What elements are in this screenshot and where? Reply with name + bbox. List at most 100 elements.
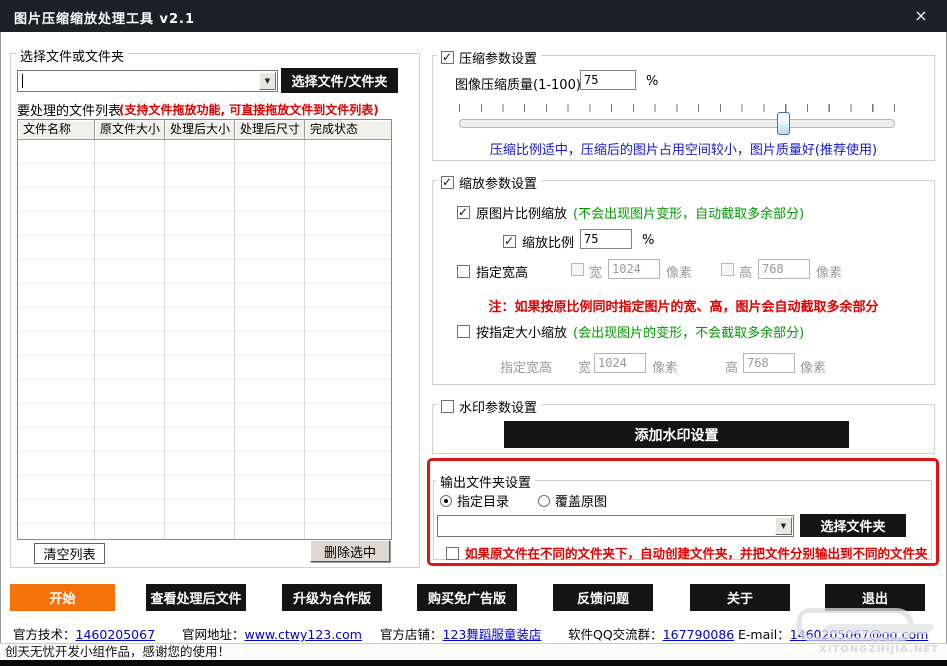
scale-group-header: 缩放参数设置 <box>437 173 541 192</box>
auto-folder-checkbox[interactable] <box>446 547 459 560</box>
output-dir-radio-label: 指定目录 <box>457 491 509 510</box>
email-link[interactable]: 1460205067@qq.com <box>790 627 929 642</box>
scale-ratio-label: 缩放比例 <box>522 232 574 251</box>
view-processed-button[interactable]: 查看处理后文件 <box>146 584 246 611</box>
compress-enable-checkbox[interactable] <box>441 51 454 64</box>
grid-line <box>164 140 165 539</box>
clear-list-button[interactable]: 清空列表 <box>34 543 105 564</box>
auto-folder-row: 如果原文件在不同的文件夹下，自动创建文件夹，并把文件分别输出到不同的文件夹 <box>446 543 928 562</box>
link-label: 官网地址： <box>182 627 245 642</box>
scale-ratio-input[interactable] <box>580 229 632 249</box>
custom-height-input <box>758 259 810 279</box>
column-header-filename[interactable]: 文件名称 <box>18 120 95 140</box>
compress-group-header: 压缩参数设置 <box>437 48 541 67</box>
window-title: 图片压缩缩放处理工具 v2.1 <box>14 8 195 27</box>
column-header-status[interactable]: 完成状态 <box>305 120 391 140</box>
select-folder-button[interactable]: 选择文件夹 <box>800 514 906 537</box>
file-list-header: 文件名称 原文件大小 处理后大小 处理后尺寸 完成状态 <box>18 120 391 140</box>
custom-height-checkbox <box>721 263 734 276</box>
keep-ratio-row: 原图片比例缩放 (不会出现图片变形，自动截取多余部分) <box>457 203 804 222</box>
watermark-group-title: 水印参数设置 <box>459 397 537 416</box>
about-button[interactable]: 关于 <box>690 584 790 611</box>
shop-link[interactable]: 123舞蹈服童装店 <box>443 627 542 642</box>
exit-button[interactable]: 退出 <box>825 584 925 611</box>
close-icon[interactable]: × <box>911 6 931 26</box>
keep-ratio-hint: (不会出现图片变形，自动截取多余部分) <box>573 203 804 222</box>
scale-ratio-row: 缩放比例 <box>503 232 574 251</box>
fixed-size-checkbox[interactable] <box>457 325 470 338</box>
qq-group-link[interactable]: 167790086 <box>663 627 735 642</box>
website-link-item: 官网地址：www.ctwy123.com <box>182 624 362 643</box>
slider-tick-marks <box>459 104 895 112</box>
qq-group-link-item: 软件QQ交流群：167790086 <box>568 624 734 643</box>
title-bar: 图片压缩缩放处理工具 v2.1 × <box>0 0 947 32</box>
start-button[interactable]: 开始 <box>10 584 115 611</box>
compress-group-title: 压缩参数设置 <box>459 48 537 67</box>
watermark-enable-checkbox[interactable] <box>441 400 454 413</box>
fixed-size-label: 按指定大小缩放 <box>476 322 567 341</box>
grid-line <box>304 140 305 539</box>
bottom-black-strip <box>0 660 947 666</box>
custom-width-input <box>608 259 660 279</box>
output-folder-combobox[interactable]: ▼ <box>437 515 794 537</box>
custom-height-unit: 像素 <box>816 262 842 281</box>
quality-unit: % <box>646 74 658 89</box>
fixed-wh-label: 指定宽高 <box>500 357 552 376</box>
scale-ratio-checkbox[interactable] <box>503 235 516 248</box>
custom-width-checkbox <box>571 263 584 276</box>
custom-wh-row: 指定宽高 <box>457 262 528 281</box>
scale-ratio-unit: % <box>642 233 654 248</box>
file-list-label: 要处理的文件列表 <box>17 100 121 119</box>
link-label: E-mail： <box>738 627 790 642</box>
quality-label: 图像压缩质量(1-100)： <box>455 74 594 93</box>
status-bar: 创天无忧开发小组作品，感谢您的使用！ <box>0 643 947 660</box>
fixed-width-unit: 像素 <box>652 357 678 376</box>
column-header-original-size[interactable]: 原文件大小 <box>95 120 165 140</box>
custom-width-unit: 像素 <box>666 262 692 281</box>
column-header-processed-dim[interactable]: 处理后尺寸 <box>235 120 305 140</box>
file-list-body[interactable] <box>18 140 391 539</box>
chevron-down-icon[interactable]: ▼ <box>775 517 792 535</box>
scale-enable-checkbox[interactable] <box>441 176 454 189</box>
app-window: 图片压缩缩放处理工具 v2.1 × 选择文件或文件夹 ▼ 选择文件/文件夹 要处… <box>0 0 947 666</box>
chevron-down-icon[interactable]: ▼ <box>259 72 276 90</box>
file-list-drag-hint: (支持文件拖放功能, 可直接拖放文件到文件列表) <box>119 101 379 118</box>
slider-handle[interactable] <box>777 112 790 135</box>
overwrite-radio[interactable] <box>538 495 550 507</box>
link-label: 官方技术： <box>13 627 76 642</box>
custom-wh-checkbox[interactable] <box>457 265 470 278</box>
text-caret <box>22 74 23 88</box>
buy-adfree-button[interactable]: 购买免广告版 <box>417 584 517 611</box>
file-list-table[interactable]: 文件名称 原文件大小 处理后大小 处理后尺寸 完成状态 <box>17 119 392 540</box>
scale-group-title: 缩放参数设置 <box>459 173 537 192</box>
link-label: 软件QQ交流群： <box>568 627 663 642</box>
quality-slider <box>459 100 895 136</box>
column-header-processed-size[interactable]: 处理后大小 <box>165 120 235 140</box>
fixed-size-hint: (会出现图片的变形，不会截取多余部分) <box>573 322 804 341</box>
custom-wh-label: 指定宽高 <box>476 262 528 281</box>
overwrite-radio-label: 覆盖原图 <box>555 491 607 510</box>
fixed-height-label: 高 <box>725 357 738 376</box>
add-watermark-button[interactable]: 添加水印设置 <box>504 421 849 448</box>
feedback-button[interactable]: 反馈问题 <box>553 584 653 611</box>
scale-crop-note: 注：如果按原比例同时指定图片的宽、高，图片会自动截取多余部分 <box>432 296 935 315</box>
output-group-title: 输出文件夹设置 <box>436 472 535 491</box>
quality-input[interactable] <box>580 70 636 90</box>
slider-track[interactable] <box>459 119 895 128</box>
fixed-width-input <box>594 353 646 373</box>
watermark-group-header: 水印参数设置 <box>437 397 541 416</box>
select-file-button[interactable]: 选择文件/文件夹 <box>281 68 398 93</box>
official-qq-link[interactable]: 1460205067 <box>76 627 156 642</box>
fixed-height-input <box>743 353 795 373</box>
output-dir-radio-row: 指定目录 <box>440 491 509 510</box>
upgrade-button[interactable]: 升级为合作版 <box>282 584 382 611</box>
keep-ratio-label: 原图片比例缩放 <box>476 203 567 222</box>
grid-line <box>234 140 235 539</box>
delete-selected-button[interactable]: 删除选中 <box>310 540 390 562</box>
footer-links: 官方技术：1460205067 官网地址：www.ctwy123.com 官方店… <box>0 624 947 640</box>
auto-folder-note: 如果原文件在不同的文件夹下，自动创建文件夹，并把文件分别输出到不同的文件夹 <box>465 543 928 562</box>
file-path-combobox[interactable]: ▼ <box>17 70 278 92</box>
website-link[interactable]: www.ctwy123.com <box>245 627 362 642</box>
keep-ratio-checkbox[interactable] <box>457 206 470 219</box>
output-dir-radio[interactable] <box>440 495 452 507</box>
